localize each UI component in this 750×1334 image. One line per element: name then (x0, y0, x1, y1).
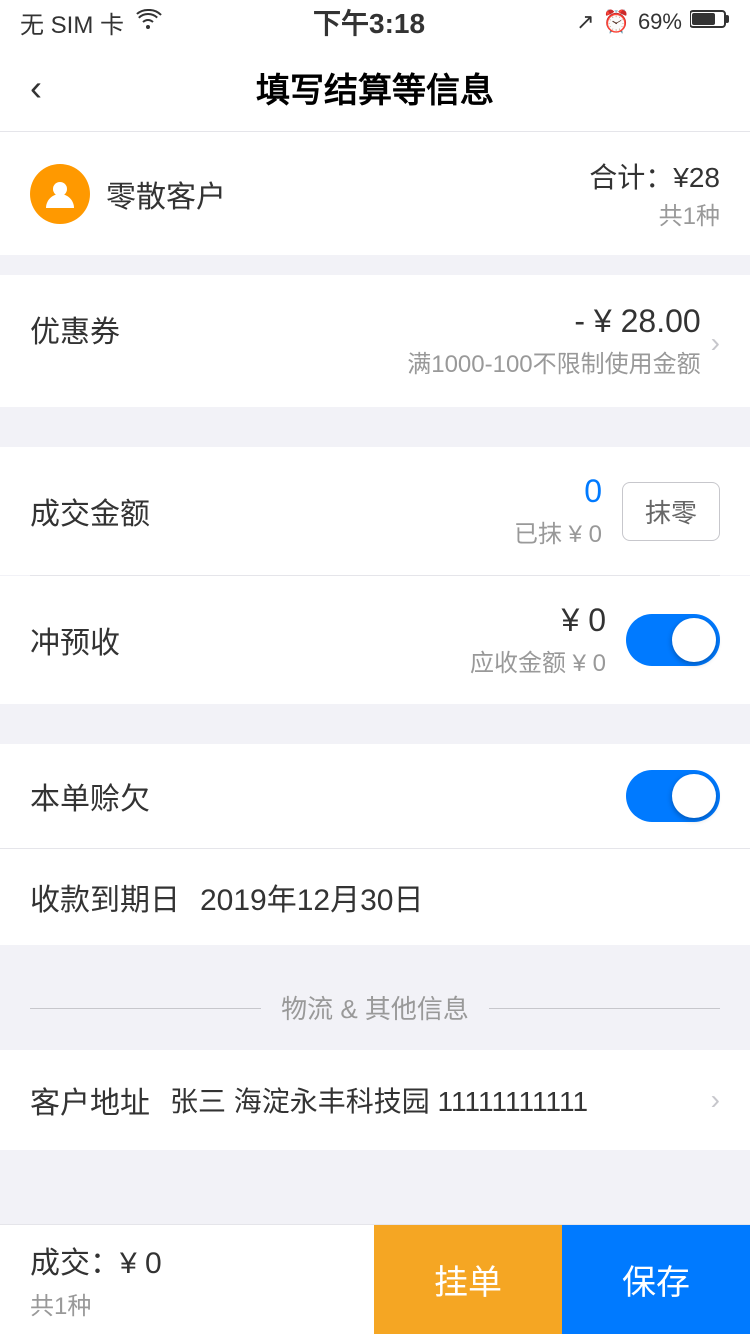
credit-label: 本单赊欠 (30, 774, 150, 818)
prepay-label: 冲预收 (30, 618, 120, 662)
bottom-info: 成交：¥ 0 共1种 (0, 1238, 374, 1321)
section-divider-2 (0, 704, 750, 724)
customer-summary: 合计：¥28 共1种 (589, 156, 720, 231)
back-button[interactable]: ‹ (30, 70, 42, 106)
customer-row: 零散客户 合计：¥28 共1种 (0, 132, 750, 255)
credit-row: 本单赊欠 (0, 744, 750, 848)
address-value: 张三 海淀永丰科技园 11111111111 (170, 1080, 701, 1120)
section-divider-1 (0, 427, 750, 447)
sim-text: 无 SIM 卡 (20, 5, 124, 40)
erase-button[interactable]: 抹零 (622, 482, 720, 541)
customer-left: 零散客户 (30, 164, 226, 224)
prepay-toggle[interactable] (626, 614, 720, 666)
status-bar: 无 SIM 卡 下午3:18 ↗ ⏰ 69% (0, 0, 750, 44)
customer-avatar (30, 164, 90, 224)
customer-total: 合计：¥28 (589, 156, 720, 196)
wifi-icon (134, 8, 162, 36)
alarm-icon: ⏰ (603, 9, 630, 35)
prepay-value-wrap: ¥ 0 应收金额 ¥ 0 (470, 602, 606, 678)
transaction-value: 0 (514, 473, 602, 510)
customer-count: 共1种 (589, 196, 720, 231)
transaction-value-wrap: 0 已抹 ¥ 0 (514, 473, 602, 549)
location-icon: ↗ (576, 9, 594, 35)
prepay-right: ¥ 0 应收金额 ¥ 0 (470, 602, 720, 678)
duedate-row: 收款到期日 2019年12月30日 (0, 848, 750, 945)
address-row[interactable]: 客户地址 张三 海淀永丰科技园 11111111111 › (0, 1050, 750, 1150)
bottom-deal-label: 成交： (30, 1247, 120, 1280)
prepay-value: ¥ 0 (470, 602, 606, 639)
bottom-deal-value: ¥ 0 (120, 1247, 162, 1280)
transaction-right: 0 已抹 ¥ 0 抹零 (514, 473, 720, 549)
coupon-chevron-icon: › (711, 327, 720, 359)
customer-section: 零散客户 合计：¥28 共1种 (0, 132, 750, 255)
bottom-deal-row: 成交：¥ 0 (30, 1238, 344, 1282)
address-label: 客户地址 (30, 1078, 150, 1122)
page-title: 填写结算等信息 (256, 63, 494, 112)
status-left: 无 SIM 卡 (20, 5, 162, 40)
duedate-label: 收款到期日 (30, 875, 180, 919)
prepay-row: 冲预收 ¥ 0 应收金额 ¥ 0 (0, 576, 750, 704)
duedate-value: 2019年12月30日 (200, 875, 423, 919)
bottom-bar: 成交：¥ 0 共1种 挂单 保存 (0, 1224, 750, 1334)
logistics-divider: 物流 & 其他信息 (0, 965, 750, 1050)
transaction-sub: 已抹 ¥ 0 (514, 514, 602, 549)
hold-button[interactable]: 挂单 (374, 1225, 562, 1334)
nav-bar: ‹ 填写结算等信息 (0, 44, 750, 132)
status-time: 下午3:18 (313, 2, 425, 42)
coupon-label: 优惠券 (30, 303, 120, 351)
coupon-right: - ¥ 28.00 满1000-100不限制使用金额 › (407, 303, 720, 379)
transaction-label: 成交金额 (30, 489, 150, 533)
battery-icon (690, 9, 730, 35)
coupon-description: 满1000-100不限制使用金额 (407, 344, 700, 379)
coupon-value-wrap: - ¥ 28.00 满1000-100不限制使用金额 (407, 303, 700, 379)
prepay-sub: 应收金额 ¥ 0 (470, 643, 606, 678)
coupon-row[interactable]: 优惠券 - ¥ 28.00 满1000-100不限制使用金额 › (0, 275, 750, 407)
address-chevron-icon: › (711, 1084, 720, 1116)
status-right: ↗ ⏰ 69% (576, 9, 730, 35)
credit-toggle[interactable] (626, 770, 720, 822)
transaction-row: 成交金额 0 已抹 ¥ 0 抹零 (0, 447, 750, 575)
customer-name: 零散客户 (106, 172, 226, 216)
battery-text: 69% (638, 9, 682, 35)
save-button[interactable]: 保存 (562, 1225, 750, 1334)
coupon-discount: - ¥ 28.00 (407, 303, 700, 340)
bottom-count: 共1种 (30, 1286, 344, 1321)
content: 零散客户 合计：¥28 共1种 优惠券 - ¥ 28.00 满1000-100不… (0, 132, 750, 1300)
logistics-label: 物流 & 其他信息 (261, 989, 489, 1026)
